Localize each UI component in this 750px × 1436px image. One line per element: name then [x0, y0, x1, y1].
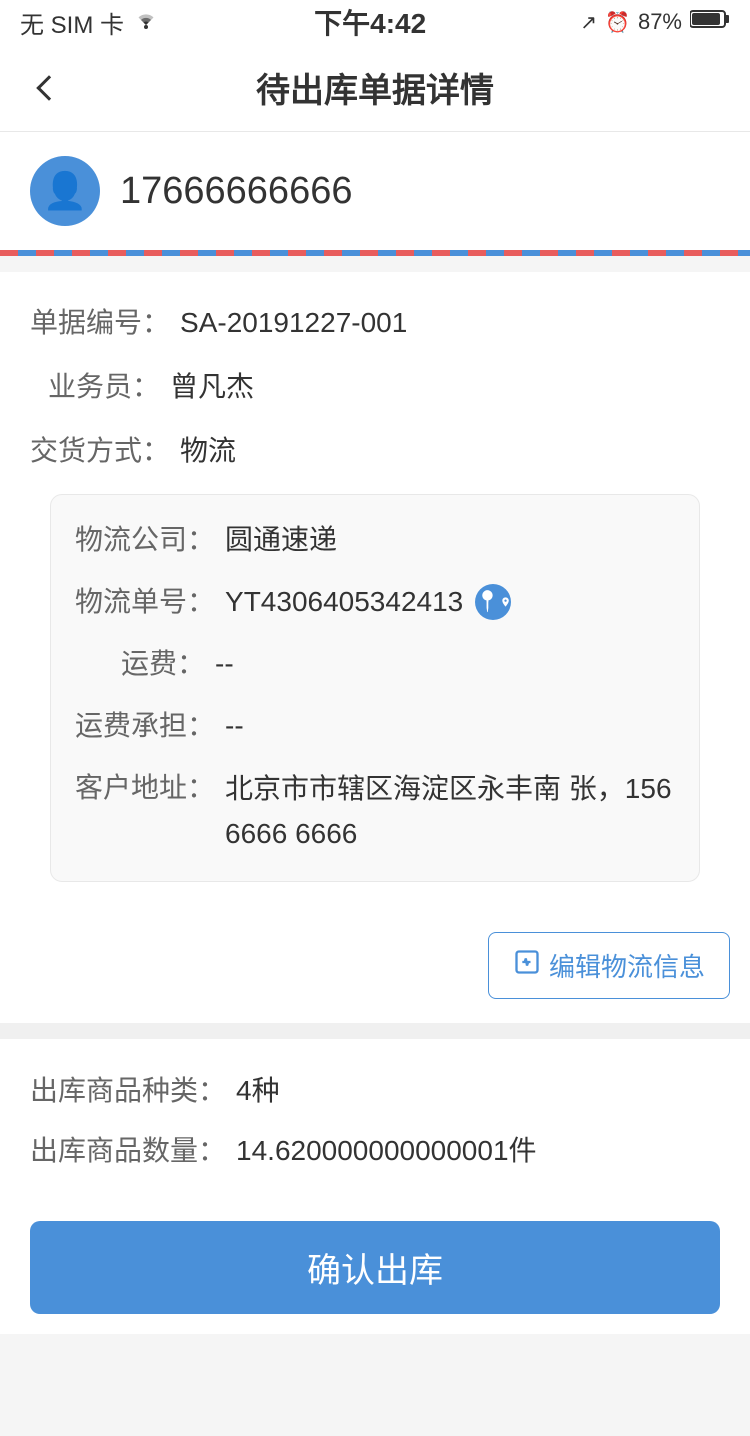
logistics-card: 物流公司： 圆通速递 物流单号： YT4306405342413 运费： -- … [50, 494, 700, 882]
back-chevron-icon [36, 75, 61, 100]
wifi-icon [132, 8, 160, 36]
address-value: 北京市市辖区海淀区永丰南 张，156 6666 6666 [225, 767, 675, 857]
status-bar: 无 SIM 卡 下午4:42 ↗ ⏰ 87% [0, 0, 750, 44]
customer-header: 👤 17666666666 [0, 132, 750, 250]
agent-value: 曾凡杰 [170, 366, 720, 408]
logistics-tracking-row: 物流单号： YT4306405342413 [75, 581, 675, 623]
confirm-btn-label: 确认出库 [307, 1252, 443, 1290]
battery-text: 87% [638, 9, 682, 35]
delivery-value: 物流 [180, 430, 720, 472]
freight-label: 运费： [75, 643, 215, 685]
address-row: 客户地址： 北京市市辖区海淀区永丰南 张，156 6666 6666 [75, 767, 675, 857]
goods-types-label: 出库商品种类： [30, 1069, 236, 1109]
nav-bar: 待出库单据详情 [0, 44, 750, 132]
goods-quantity-row: 出库商品数量： 14.620000000000001件 [30, 1129, 720, 1169]
goods-section: 出库商品种类： 4种 出库商品数量： 14.620000000000001件 [0, 1039, 750, 1199]
alarm-icon: ⏰ [605, 10, 630, 35]
freight-row: 运费： -- [75, 643, 675, 685]
freight-bearer-label: 运费承担： [75, 705, 225, 747]
freight-bearer-row: 运费承担： -- [75, 705, 675, 747]
carrier-text: 无 SIM 卡 [20, 5, 124, 40]
status-time: 下午4:42 [314, 2, 426, 42]
avatar-icon: 👤 [43, 170, 88, 212]
order-no-label: 单据编号： [30, 302, 180, 344]
order-no-row: 单据编号： SA-20191227-001 [30, 302, 720, 344]
status-carrier: 无 SIM 卡 [20, 5, 160, 40]
order-info-section: 单据编号： SA-20191227-001 业务员： 曾凡杰 交货方式： 物流 … [0, 272, 750, 912]
tracking-location-icon[interactable] [475, 584, 511, 620]
avatar: 👤 [30, 156, 100, 226]
edit-icon [513, 948, 541, 983]
logistics-company-row: 物流公司： 圆通速递 [75, 519, 675, 561]
logistics-company-label: 物流公司： [75, 519, 225, 561]
status-right: ↗ ⏰ 87% [580, 9, 730, 35]
confirm-btn-wrapper: 确认出库 [0, 1201, 750, 1334]
freight-value: -- [215, 643, 675, 685]
section-divider [0, 1023, 750, 1039]
edit-logistics-label: 编辑物流信息 [549, 947, 705, 984]
agent-row: 业务员： 曾凡杰 [30, 366, 720, 408]
delivery-label: 交货方式： [30, 430, 180, 472]
goods-types-row: 出库商品种类： 4种 [30, 1069, 720, 1109]
agent-label: 业务员： [30, 366, 170, 408]
delivery-row: 交货方式： 物流 [30, 430, 720, 472]
order-no-value: SA-20191227-001 [180, 302, 720, 344]
address-label: 客户地址： [75, 767, 225, 809]
logistics-tracking-value: YT4306405342413 [225, 581, 675, 623]
back-button[interactable] [24, 63, 74, 113]
battery-icon [690, 9, 730, 35]
edit-btn-wrapper: 编辑物流信息 [0, 912, 750, 1023]
freight-bearer-value: -- [225, 705, 675, 747]
location-arrow-icon: ↗ [580, 10, 597, 35]
dashed-separator [0, 250, 750, 256]
confirm-outbound-button[interactable]: 确认出库 [30, 1221, 720, 1314]
goods-types-value: 4种 [236, 1069, 280, 1109]
goods-quantity-value: 14.620000000000001件 [236, 1129, 537, 1169]
tracking-number-text: YT4306405342413 [225, 581, 463, 623]
edit-logistics-button[interactable]: 编辑物流信息 [488, 932, 730, 999]
page-title: 待出库单据详情 [256, 63, 494, 112]
goods-quantity-label: 出库商品数量： [30, 1129, 236, 1169]
customer-phone: 17666666666 [120, 170, 352, 213]
logistics-tracking-label: 物流单号： [75, 581, 225, 623]
logistics-company-value: 圆通速递 [225, 519, 675, 561]
